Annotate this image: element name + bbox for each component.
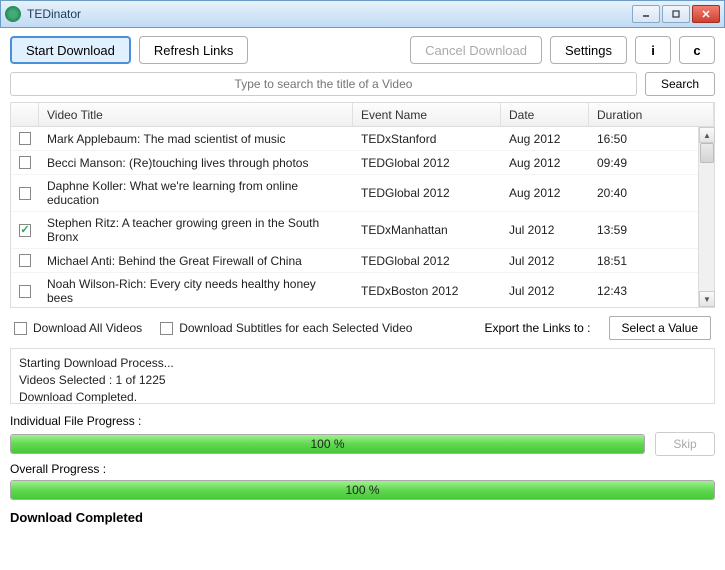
individual-progress-pct: 100 % bbox=[11, 435, 644, 453]
log-line: Starting Download Process... bbox=[19, 355, 706, 372]
export-label: Export the Links to : bbox=[484, 321, 590, 335]
individual-progress-label: Individual File Progress : bbox=[10, 414, 715, 428]
credits-button[interactable]: c bbox=[679, 36, 715, 64]
download-subs-checkbox[interactable] bbox=[160, 322, 173, 335]
settings-button[interactable]: Settings bbox=[550, 36, 627, 64]
log-line: Videos Selected : 1 of 1225 bbox=[19, 372, 706, 389]
cancel-download-button: Cancel Download bbox=[410, 36, 542, 64]
cell-date: Aug 2012 bbox=[501, 127, 589, 150]
row-checkbox[interactable] bbox=[19, 156, 31, 169]
table-row[interactable]: Mark Applebaum: The mad scientist of mus… bbox=[11, 127, 714, 151]
cell-title: Mark Applebaum: The mad scientist of mus… bbox=[39, 127, 353, 150]
download-all-label: Download All Videos bbox=[33, 321, 142, 335]
cell-duration: 20:40 bbox=[589, 175, 714, 211]
cell-event: TEDxStanford bbox=[353, 127, 501, 150]
window-title: TEDinator bbox=[27, 7, 632, 21]
cell-title: Stephen Ritz: A teacher growing green in… bbox=[39, 212, 353, 248]
log-box: Starting Download Process... Videos Sele… bbox=[10, 348, 715, 404]
row-checkbox[interactable] bbox=[19, 254, 31, 267]
table-row[interactable]: Michael Anti: Behind the Great Firewall … bbox=[11, 249, 714, 273]
export-select[interactable]: Select a Value bbox=[609, 316, 712, 340]
refresh-links-button[interactable]: Refresh Links bbox=[139, 36, 248, 64]
search-input[interactable] bbox=[10, 72, 637, 96]
skip-button: Skip bbox=[655, 432, 715, 456]
info-button[interactable]: i bbox=[635, 36, 671, 64]
cell-title: Noah Wilson-Rich: Every city needs healt… bbox=[39, 273, 353, 307]
col-date[interactable]: Date bbox=[501, 103, 589, 126]
cell-date: Jul 2012 bbox=[501, 273, 589, 307]
titlebar: TEDinator bbox=[0, 0, 725, 28]
cell-event: TEDGlobal 2012 bbox=[353, 151, 501, 174]
overall-progress-pct: 100 % bbox=[11, 481, 714, 499]
download-subs-label: Download Subtitles for each Selected Vid… bbox=[179, 321, 412, 335]
cell-duration: 09:49 bbox=[589, 151, 714, 174]
status-text: Download Completed bbox=[10, 510, 715, 525]
cell-date: Jul 2012 bbox=[501, 249, 589, 272]
cell-duration: 13:59 bbox=[589, 212, 714, 248]
overall-progress-bar: 100 % bbox=[10, 480, 715, 500]
individual-progress-bar: 100 % bbox=[10, 434, 645, 454]
maximize-button[interactable] bbox=[662, 5, 690, 23]
col-duration[interactable]: Duration bbox=[589, 103, 714, 126]
cell-date: Jul 2012 bbox=[501, 212, 589, 248]
cell-title: Michael Anti: Behind the Great Firewall … bbox=[39, 249, 353, 272]
cell-event: TEDGlobal 2012 bbox=[353, 175, 501, 211]
cell-duration: 12:43 bbox=[589, 273, 714, 307]
cell-date: Aug 2012 bbox=[501, 175, 589, 211]
col-title[interactable]: Video Title bbox=[39, 103, 353, 126]
minimize-button[interactable] bbox=[632, 5, 660, 23]
scroll-down-icon[interactable]: ▼ bbox=[699, 291, 715, 307]
download-all-checkbox[interactable] bbox=[14, 322, 27, 335]
table-row[interactable]: Stephen Ritz: A teacher growing green in… bbox=[11, 212, 714, 249]
log-line: Download Completed. bbox=[19, 389, 706, 406]
row-checkbox[interactable] bbox=[19, 224, 31, 237]
scroll-up-icon[interactable]: ▲ bbox=[699, 127, 715, 143]
row-checkbox[interactable] bbox=[19, 132, 31, 145]
table-row[interactable]: Noah Wilson-Rich: Every city needs healt… bbox=[11, 273, 714, 307]
scroll-thumb[interactable] bbox=[700, 143, 714, 163]
cell-duration: 16:50 bbox=[589, 127, 714, 150]
search-button[interactable]: Search bbox=[645, 72, 715, 96]
cell-title: Daphne Koller: What we're learning from … bbox=[39, 175, 353, 211]
cell-event: TEDxManhattan bbox=[353, 212, 501, 248]
app-icon bbox=[5, 6, 21, 22]
row-checkbox[interactable] bbox=[19, 285, 31, 298]
col-event[interactable]: Event Name bbox=[353, 103, 501, 126]
cell-event: TEDxBoston 2012 bbox=[353, 273, 501, 307]
cell-date: Aug 2012 bbox=[501, 151, 589, 174]
overall-progress-label: Overall Progress : bbox=[10, 462, 715, 476]
cell-title: Becci Manson: (Re)touching lives through… bbox=[39, 151, 353, 174]
table-row[interactable]: Daphne Koller: What we're learning from … bbox=[11, 175, 714, 212]
table-row[interactable]: Becci Manson: (Re)touching lives through… bbox=[11, 151, 714, 175]
row-checkbox[interactable] bbox=[19, 187, 31, 200]
cell-event: TEDGlobal 2012 bbox=[353, 249, 501, 272]
start-download-button[interactable]: Start Download bbox=[10, 36, 131, 64]
cell-duration: 18:51 bbox=[589, 249, 714, 272]
video-table: Video Title Event Name Date Duration Mar… bbox=[10, 102, 715, 308]
table-scrollbar[interactable]: ▲ ▼ bbox=[698, 127, 714, 307]
close-button[interactable] bbox=[692, 5, 720, 23]
